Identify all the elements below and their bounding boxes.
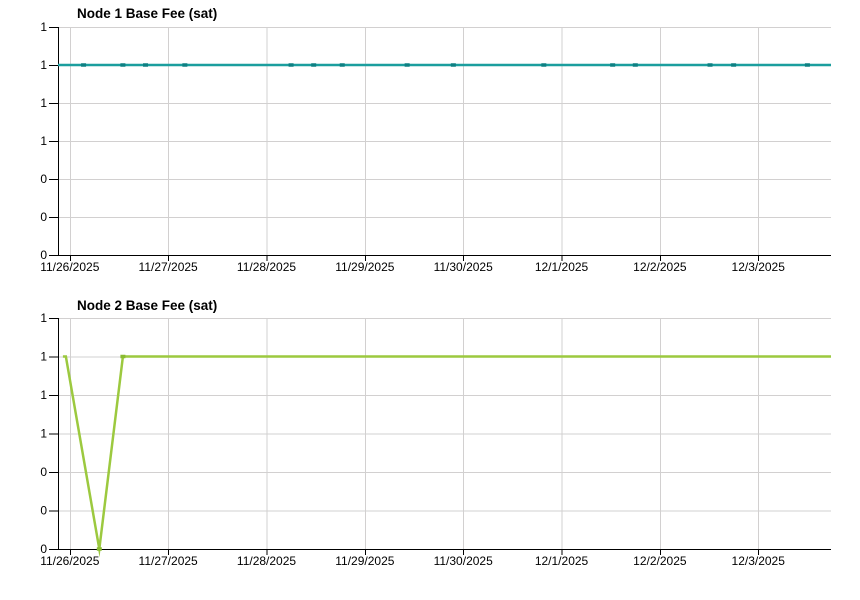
chart-title-node1: Node 1 Base Fee (sat) xyxy=(77,6,218,21)
x-tick-label: 11/27/2025 xyxy=(139,554,198,568)
axes xyxy=(49,318,831,555)
chart-plot-node2: 111100011/26/2025 11/27/2025 11/28/2025 11/… xyxy=(40,311,831,568)
x-tick-label: 11/28/2025 xyxy=(237,260,296,274)
y-tick-label: 0 xyxy=(40,542,47,556)
y-tick-label: 0 xyxy=(40,465,47,479)
x-tick-label: 12/2/2025 xyxy=(633,554,687,568)
series-node-2-base-fee xyxy=(62,354,831,558)
y-tick-label: 0 xyxy=(40,172,47,186)
y-tick-label: 1 xyxy=(40,388,47,402)
x-tick-label: 11/30/2025 xyxy=(434,554,493,568)
series-line xyxy=(62,355,831,558)
y-tick-label: 1 xyxy=(40,350,47,364)
gridlines xyxy=(58,27,831,255)
tick-labels: 111100011/26/2025 11/27/2025 11/28/2025 11/… xyxy=(40,20,785,274)
tick-labels: 111100011/26/2025 11/27/2025 11/28/2025 11/… xyxy=(40,311,785,568)
y-tick-label: 0 xyxy=(40,210,47,224)
y-tick-label: 0 xyxy=(40,504,47,518)
x-tick-label: 11/30/2025 xyxy=(434,260,493,274)
x-tick-label: 12/1/2025 xyxy=(535,260,589,274)
x-tick-label: 11/29/2025 xyxy=(335,554,394,568)
y-tick-label: 1 xyxy=(40,134,47,148)
chart-plot-node1: 111100011/26/2025 11/27/2025 11/28/2025 11/… xyxy=(40,20,831,274)
x-tick-label: 11/28/2025 xyxy=(237,554,296,568)
x-tick-label: 12/2/2025 xyxy=(633,260,687,274)
x-tick-label: 12/3/2025 xyxy=(732,260,786,274)
charts-canvas: Node 1 Base Fee (sat) 1 1 1 1 0 0 0 11/26/2025 1… xyxy=(0,0,860,600)
x-tick-label: 11/29/2025 xyxy=(335,260,394,274)
y-tick-label: 1 xyxy=(40,20,47,34)
x-tick-label: 11/26/2025 xyxy=(40,554,99,568)
axes xyxy=(49,27,831,261)
y-tick-label: 1 xyxy=(40,427,47,441)
chart-node1-base-fee: Node 1 Base Fee (sat) 1 1 1 1 0 0 0 11/26/2025 1… xyxy=(0,0,860,600)
y-tick-label: 1 xyxy=(40,96,47,110)
x-tick-label: 11/27/2025 xyxy=(139,260,198,274)
y-tick-label: 0 xyxy=(40,248,47,262)
y-tick-label: 1 xyxy=(40,58,47,72)
gridlines xyxy=(58,318,831,549)
x-tick-label: 12/3/2025 xyxy=(732,554,786,568)
x-tick-label: 12/1/2025 xyxy=(535,554,589,568)
x-tick-label: 11/26/2025 xyxy=(40,260,99,274)
chart-title-node2: Node 2 Base Fee (sat) xyxy=(77,298,218,313)
y-tick-label: 1 xyxy=(40,311,47,325)
chart-node2-base-fee: Node 2 Base Fee (sat) 1 1 1 1 0 0 0 11/26/2025 1… xyxy=(0,0,860,600)
